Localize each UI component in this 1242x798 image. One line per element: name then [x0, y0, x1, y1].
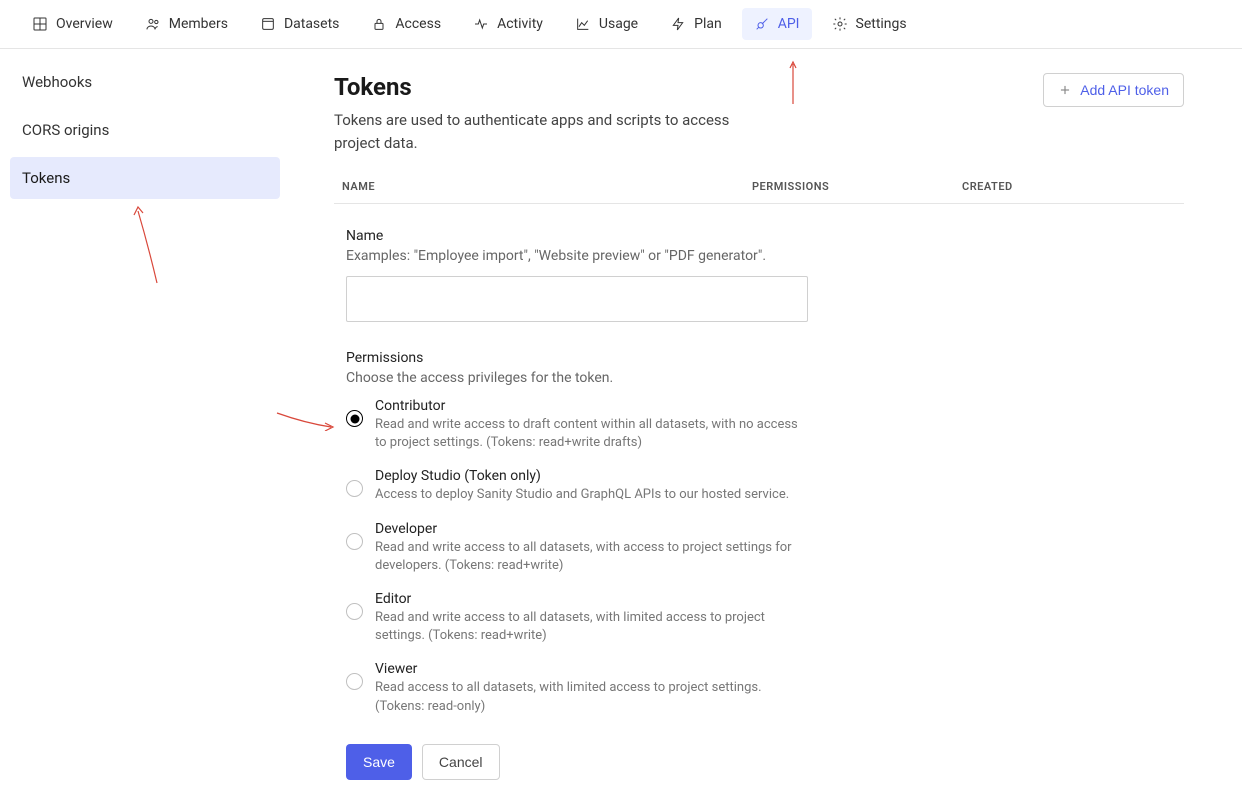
radio-title: Editor [375, 591, 808, 607]
nav-plan[interactable]: Plan [658, 8, 734, 40]
nav-api[interactable]: API [742, 8, 812, 40]
table-header: NAME PERMISSIONS CREATED [334, 168, 1184, 204]
nav-usage[interactable]: Usage [563, 8, 650, 40]
layout-icon [32, 16, 48, 32]
nav-label: Plan [694, 16, 722, 32]
nav-members[interactable]: Members [133, 8, 240, 40]
nav-label: API [778, 16, 800, 32]
radio-desc: Read and write access to all datasets, w… [375, 609, 808, 645]
plug-icon [754, 16, 770, 32]
nav-label: Members [169, 16, 228, 32]
token-form: Name Examples: "Employee import", "Websi… [334, 204, 820, 780]
annotation-arrow-icon [275, 411, 337, 431]
col-name: NAME [342, 180, 752, 193]
radio-desc: Access to deploy Sanity Studio and Graph… [375, 486, 808, 504]
radio-contributor[interactable]: Contributor Read and write access to dra… [346, 398, 808, 452]
nav-settings[interactable]: Settings [820, 8, 919, 40]
users-icon [145, 16, 161, 32]
radio-desc: Read access to all datasets, with limite… [375, 679, 808, 715]
top-nav: Overview Members Datasets Access Activit… [0, 0, 1242, 49]
gear-icon [832, 16, 848, 32]
nav-label: Access [395, 16, 441, 32]
radio-editor[interactable]: Editor Read and write access to all data… [346, 591, 808, 645]
plus-icon [1058, 83, 1072, 97]
form-buttons: Save Cancel [346, 744, 808, 780]
radio-viewer[interactable]: Viewer Read access to all datasets, with… [346, 661, 808, 715]
permissions-label: Permissions [346, 350, 808, 366]
radio-indicator [346, 673, 363, 690]
header-row: Tokens Tokens are used to authenticate a… [334, 73, 1184, 154]
name-help: Examples: "Employee import", "Website pr… [346, 248, 808, 264]
sidebar-label: Tokens [22, 169, 70, 187]
database-icon [260, 16, 276, 32]
radio-title: Developer [375, 521, 808, 537]
page-description: Tokens are used to authenticate apps and… [334, 109, 754, 154]
radio-desc: Read and write access to all datasets, w… [375, 539, 808, 575]
name-label: Name [346, 228, 808, 244]
radio-desc: Read and write access to draft content w… [375, 416, 808, 452]
nav-label: Activity [497, 16, 543, 32]
col-created: CREATED [962, 180, 1176, 193]
permissions-help: Choose the access privileges for the tok… [346, 370, 808, 386]
radio-title: Contributor [375, 398, 808, 414]
sidebar-item-webhooks[interactable]: Webhooks [10, 61, 280, 103]
sidebar-label: Webhooks [22, 73, 92, 91]
nav-label: Settings [856, 16, 907, 32]
radio-indicator [346, 480, 363, 497]
nav-access[interactable]: Access [359, 8, 453, 40]
radio-indicator [346, 603, 363, 620]
sidebar-item-tokens[interactable]: Tokens [10, 157, 280, 199]
add-api-token-button[interactable]: Add API token [1043, 73, 1184, 107]
permissions-field-group: Permissions Choose the access privileges… [346, 350, 808, 716]
name-field-group: Name Examples: "Employee import", "Websi… [346, 228, 808, 322]
add-button-label: Add API token [1080, 82, 1169, 98]
sidebar: Webhooks CORS origins Tokens [0, 49, 290, 780]
radio-indicator [346, 533, 363, 550]
activity-icon [473, 16, 489, 32]
annotation-arrow-icon [130, 205, 160, 285]
radio-developer[interactable]: Developer Read and write access to all d… [346, 521, 808, 575]
nav-label: Overview [56, 16, 113, 32]
col-permissions: PERMISSIONS [752, 180, 962, 193]
radio-title: Deploy Studio (Token only) [375, 468, 808, 484]
nav-label: Datasets [284, 16, 339, 32]
sidebar-item-cors[interactable]: CORS origins [10, 109, 280, 151]
nav-datasets[interactable]: Datasets [248, 8, 351, 40]
nav-overview[interactable]: Overview [20, 8, 125, 40]
save-button[interactable]: Save [346, 744, 412, 780]
page-title: Tokens [334, 73, 754, 101]
main-content: Tokens Tokens are used to authenticate a… [290, 49, 1242, 780]
cancel-button[interactable]: Cancel [422, 744, 500, 780]
lock-icon [371, 16, 387, 32]
radio-indicator [346, 410, 363, 427]
chart-icon [575, 16, 591, 32]
annotation-arrow-icon [788, 60, 798, 104]
radio-deploy-studio[interactable]: Deploy Studio (Token only) Access to dep… [346, 468, 808, 504]
nav-activity[interactable]: Activity [461, 8, 555, 40]
permissions-radio-list: Contributor Read and write access to dra… [346, 398, 808, 716]
name-input[interactable] [346, 276, 808, 322]
nav-label: Usage [599, 16, 638, 32]
radio-title: Viewer [375, 661, 808, 677]
bolt-icon [670, 16, 686, 32]
sidebar-label: CORS origins [22, 121, 109, 139]
